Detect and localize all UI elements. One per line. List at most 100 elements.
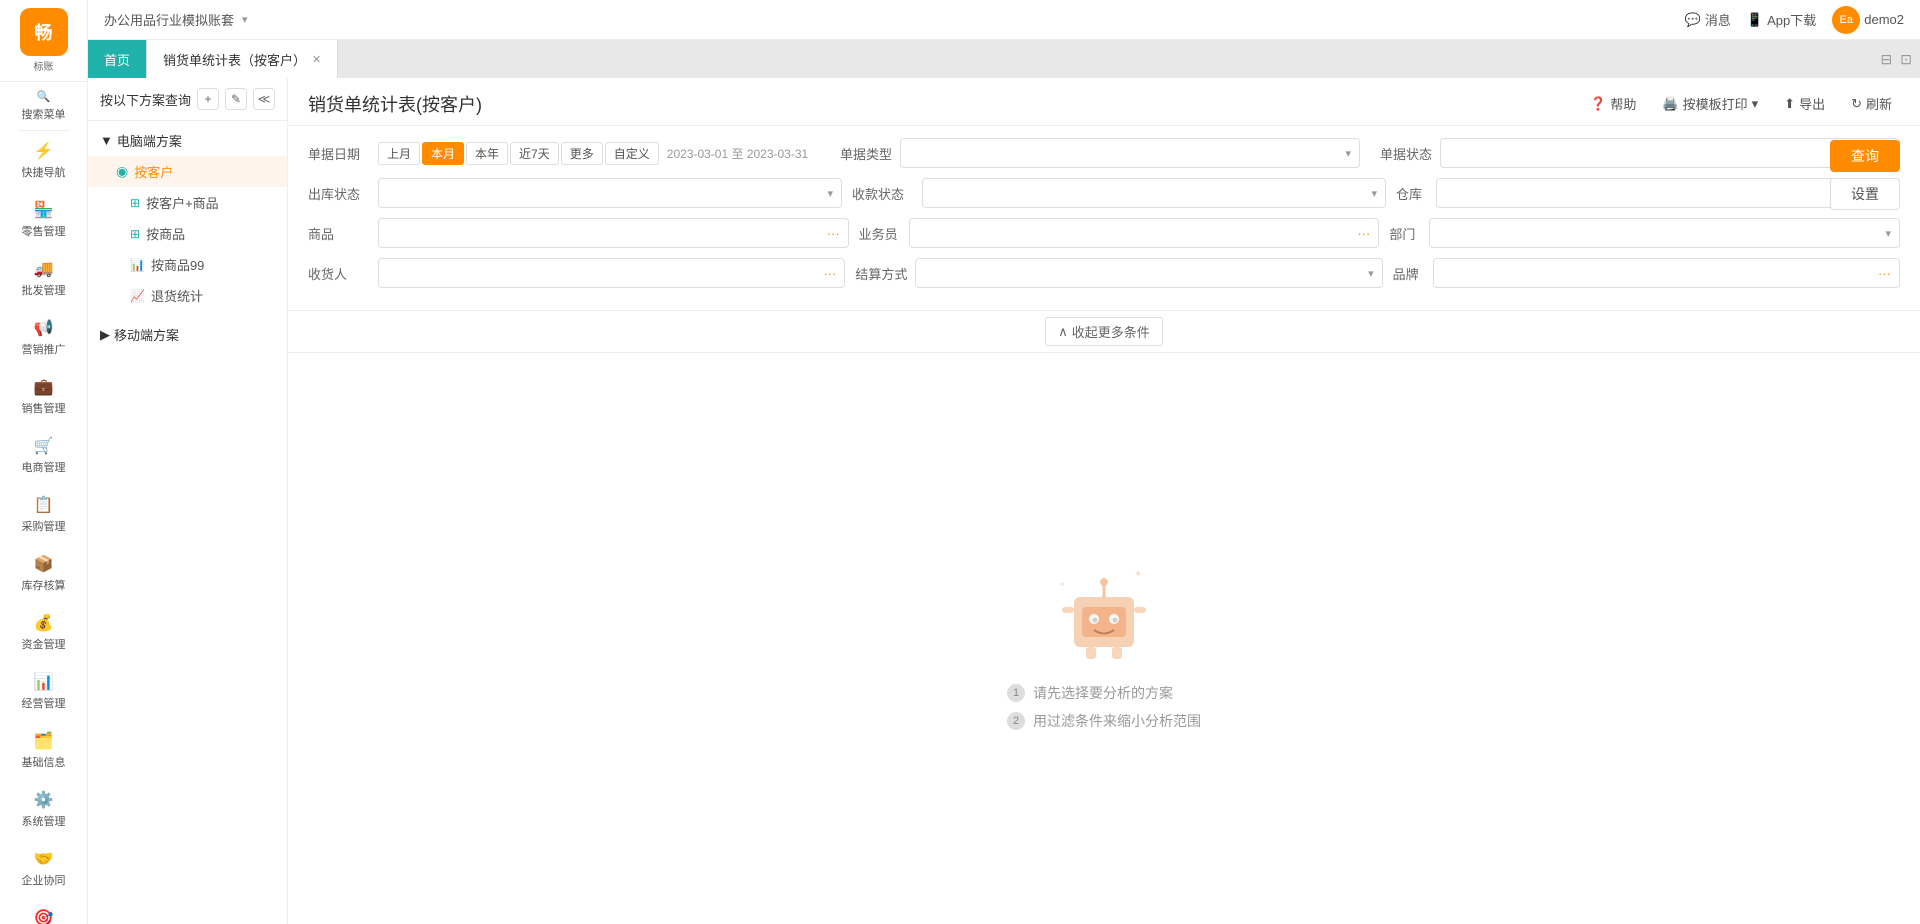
brand-select[interactable]: ··· <box>1433 258 1900 288</box>
sidebar-item-finance[interactable]: 💰 资金管理 <box>0 603 87 662</box>
sidebar-item-sales[interactable]: 💼 销售管理 <box>0 367 87 426</box>
salesperson-select[interactable]: ··· <box>909 218 1380 248</box>
settlement-chevron: ▾ <box>1368 267 1374 280</box>
recipient-select[interactable]: ··· <box>378 258 845 288</box>
settlement-select[interactable]: ▾ <box>915 258 1382 288</box>
department-select[interactable]: ▾ <box>1429 218 1900 248</box>
export-btn[interactable]: ⬆ 导出 <box>1776 90 1833 117</box>
app-logo-icon: 畅 <box>20 8 68 56</box>
svg-text:✦: ✦ <box>1059 580 1066 589</box>
app-download-btn[interactable]: 📱 App下载 <box>1747 10 1816 29</box>
sidebar-item-operation[interactable]: 📊 经营管理 <box>0 662 87 721</box>
query-btn[interactable]: 查询 <box>1830 140 1900 172</box>
scheme-item-return-stat[interactable]: 📈 退货统计 <box>88 280 287 311</box>
user-area[interactable]: Ea demo2 <box>1832 6 1904 34</box>
retail-icon: 🏪 <box>34 200 54 220</box>
sidebar-item-retail[interactable]: 🏪 零售管理 <box>0 190 87 249</box>
out-status-chevron: ▾ <box>827 187 833 200</box>
sidebar-item-basic[interactable]: 🗂️ 基础信息 <box>0 721 87 780</box>
sidebar-item-purchase[interactable]: 📋 采购管理 <box>0 485 87 544</box>
sales-icon: 💼 <box>34 377 54 397</box>
header-right-area: 💬 消息 📱 App下载 Ea demo2 <box>1685 6 1904 34</box>
date-last7days-btn[interactable]: 近7天 <box>510 142 559 165</box>
step2-circle: 2 <box>1007 712 1025 730</box>
purchase-icon: 📋 <box>34 495 54 515</box>
sidebar-logo: 畅 标账 <box>0 0 87 82</box>
scheme-edit-btn[interactable]: ✎ <box>225 88 247 110</box>
out-status-select[interactable]: ▾ <box>378 178 842 208</box>
refresh-label: 刷新 <box>1866 94 1892 113</box>
page-header: 销货单统计表(按客户) ❓ 帮助 🖨️ 按模板打印 ▾ ⬆ 导出 <box>288 78 1920 126</box>
goods-select[interactable]: ··· <box>378 218 849 248</box>
message-btn[interactable]: 💬 消息 <box>1685 10 1731 29</box>
sidebar-item-inventory[interactable]: 📦 库存核算 <box>0 544 87 603</box>
sidebar-search[interactable]: 🔍 搜索菜单 <box>18 82 70 131</box>
main-area: 办公用品行业模拟账套 ▾ 💬 消息 📱 App下载 Ea demo2 首页 <box>88 0 1920 924</box>
tab-sales-stat[interactable]: 销货单统计表（按客户） ✕ <box>147 40 338 78</box>
scheme-item-by-customer[interactable]: ◉ 按客户 <box>88 156 287 187</box>
breadcrumb-chevron: ▾ <box>242 13 248 26</box>
doc-type-select[interactable]: ▾ <box>900 138 1360 168</box>
empty-svg: ✦ ✦ <box>1044 547 1164 667</box>
finance-icon: 💰 <box>34 613 54 633</box>
basic-icon: 🗂️ <box>34 731 54 751</box>
collapse-bar: ∧ 收起更多条件 <box>288 311 1920 353</box>
print-btn[interactable]: 🖨️ 按模板打印 ▾ <box>1654 90 1766 117</box>
export-label: 导出 <box>1799 94 1825 113</box>
tab-maximize-btn[interactable]: ⊡ <box>1900 51 1912 68</box>
scheme-item-by-customer-goods[interactable]: ⊞ 按客户+商品 <box>88 187 287 218</box>
sidebar-item-shortcut[interactable]: ⚡ 快捷导航 <box>0 131 87 190</box>
refresh-btn[interactable]: ↻ 刷新 <box>1843 90 1900 117</box>
system-icon: ⚙️ <box>34 790 54 810</box>
scheme-collapse-btn[interactable]: ≪ <box>253 88 275 110</box>
date-custom-btn[interactable]: 自定义 <box>605 142 659 165</box>
help-btn[interactable]: ❓ 帮助 <box>1582 90 1644 117</box>
mobile-expand-arrow: ▶ <box>100 327 110 343</box>
tab-sales-stat-label: 销货单统计表（按客户） <box>163 50 306 69</box>
date-filter-control: 上月 本月 本年 近7天 更多 自定义 2023-03-01 至 2023-03… <box>378 142 820 165</box>
by-customer-label: 按客户 <box>134 162 173 181</box>
search-label: 搜索菜单 <box>22 106 66 122</box>
receipt-status-select[interactable]: ▾ <box>922 178 1386 208</box>
sidebar-nav: ⚡ 快捷导航 🏪 零售管理 🚚 批发管理 📢 营销推广 💼 销售管理 🛒 电商管… <box>0 131 87 924</box>
scheme-group-mobile-header[interactable]: ▶ 移动端方案 <box>88 319 287 350</box>
top-header: 办公用品行业模拟账套 ▾ 💬 消息 📱 App下载 Ea demo2 <box>88 0 1920 40</box>
scheme-panel: 按以下方案查询 + ✎ ≪ ▼ 电脑端方案 ◉ 按客户 ⊞ <box>88 78 288 924</box>
tab-home-label: 首页 <box>104 50 130 69</box>
doc-type-chevron: ▾ <box>1345 147 1351 160</box>
date-more-btn[interactable]: 更多 <box>561 142 603 165</box>
tab-close-btn[interactable]: ✕ <box>312 53 321 66</box>
sidebar-item-ecommerce[interactable]: 🛒 电商管理 <box>0 426 87 485</box>
scheme-add-btn[interactable]: + <box>197 88 219 110</box>
app-subtitle: 标账 <box>34 58 54 73</box>
tab-minimize-btn[interactable]: ⊟ <box>1881 51 1893 68</box>
sidebar-item-enterprise[interactable]: 🤝 企业协同 <box>0 839 87 898</box>
doc-type-label: 单据类型 <box>820 144 900 163</box>
content-area: 按以下方案查询 + ✎ ≪ ▼ 电脑端方案 ◉ 按客户 ⊞ <box>88 78 1920 924</box>
newuser-icon: 🎯 <box>34 908 54 924</box>
scheme-item-by-goods[interactable]: ⊞ 按商品 <box>88 218 287 249</box>
return-stat-label: 退货统计 <box>151 286 203 305</box>
collapse-label: 收起更多条件 <box>1072 322 1150 341</box>
inventory-label: 库存核算 <box>22 577 66 593</box>
date-last-month-btn[interactable]: 上月 <box>378 142 420 165</box>
sidebar-item-wholesale[interactable]: 🚚 批发管理 <box>0 249 87 308</box>
desktop-group-label: 电脑端方案 <box>117 131 182 150</box>
date-this-year-btn[interactable]: 本年 <box>466 142 508 165</box>
sidebar-item-newuser[interactable]: 🎯 新手引导 <box>0 898 87 924</box>
date-this-month-btn[interactable]: 本月 <box>422 142 464 165</box>
by-goods99-label: 按商品99 <box>151 255 204 274</box>
goods-label: 商品 <box>308 224 378 243</box>
filter-row-1: 单据日期 上月 本月 本年 近7天 更多 自定义 2023-03-01 至 20… <box>308 138 1900 168</box>
salesperson-label: 业务员 <box>859 224 909 243</box>
sidebar-item-marketing[interactable]: 📢 营销推广 <box>0 308 87 367</box>
sidebar-item-system[interactable]: ⚙️ 系统管理 <box>0 780 87 839</box>
collapse-more-btn[interactable]: ∧ 收起更多条件 <box>1045 317 1163 346</box>
tab-home[interactable]: 首页 <box>88 40 147 78</box>
ecommerce-icon: 🛒 <box>34 436 54 456</box>
recipient-dots: ··· <box>823 266 836 281</box>
scheme-group-desktop-header[interactable]: ▼ 电脑端方案 <box>88 125 287 156</box>
reset-btn[interactable]: 设置 <box>1830 178 1900 210</box>
page-actions: ❓ 帮助 🖨️ 按模板打印 ▾ ⬆ 导出 ↻ 刷新 <box>1582 90 1900 117</box>
scheme-item-by-goods99[interactable]: 📊 按商品99 <box>88 249 287 280</box>
